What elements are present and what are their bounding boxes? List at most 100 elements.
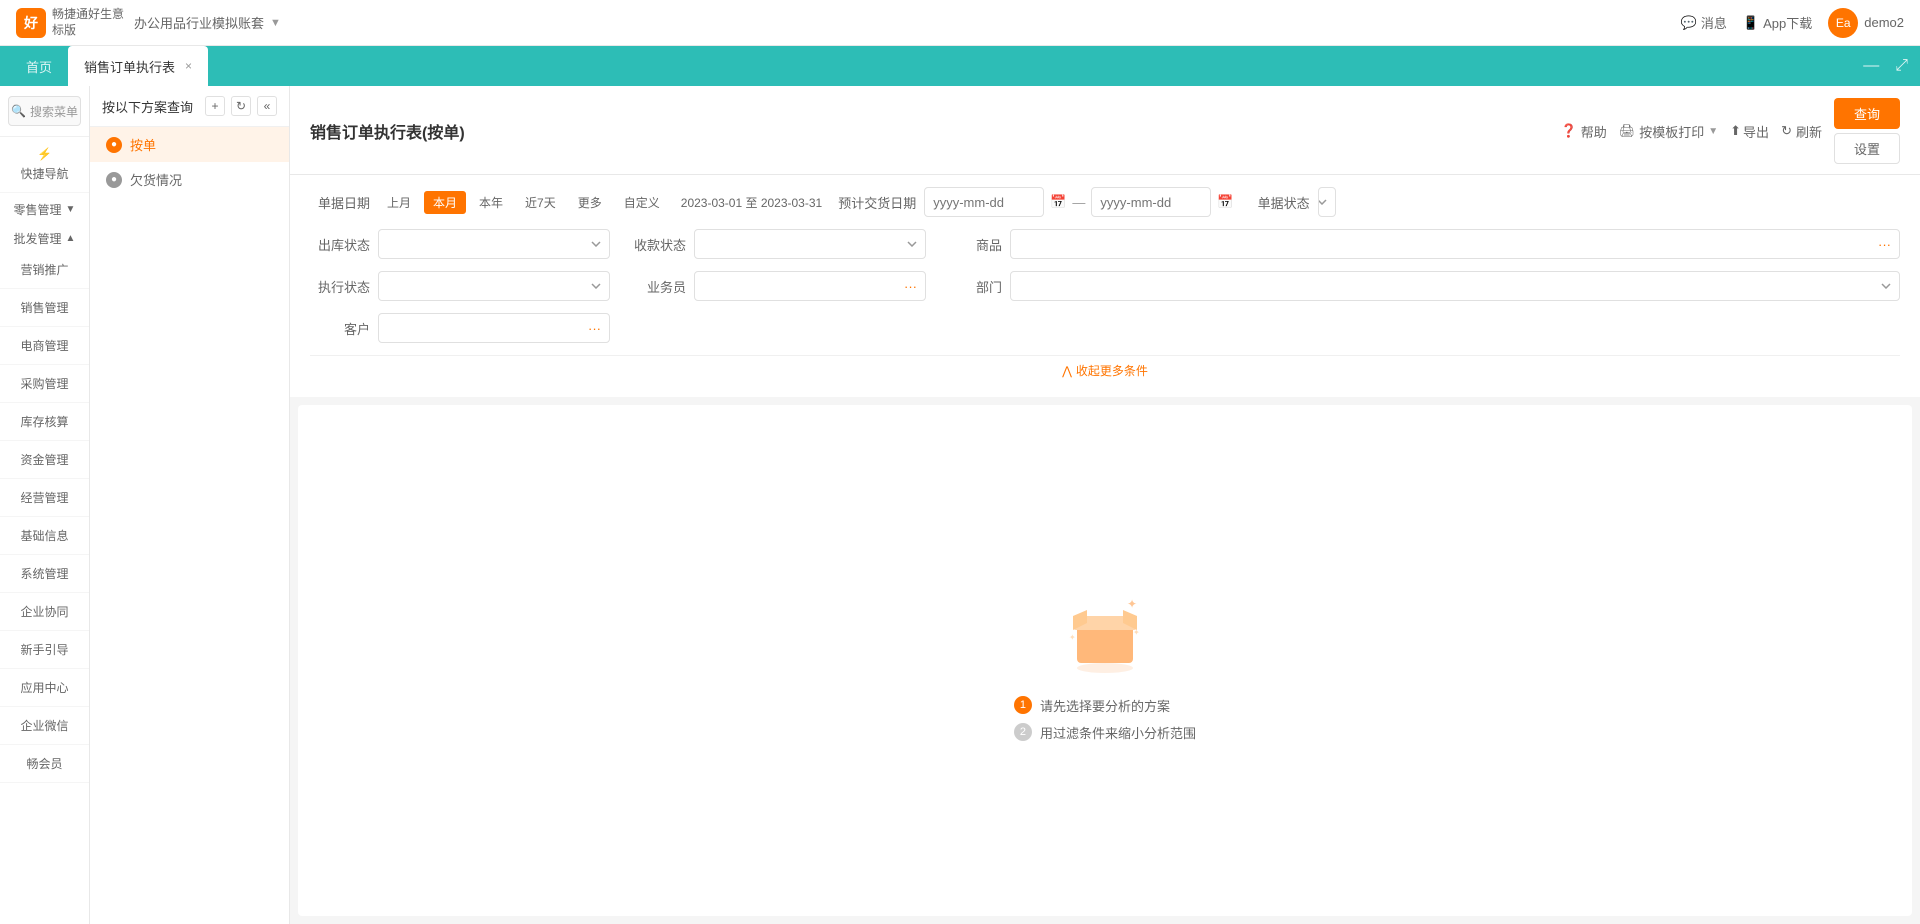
help-button[interactable]: ❓ 帮助 xyxy=(1561,122,1607,141)
doc-status-select[interactable] xyxy=(1318,187,1336,217)
salesperson-more-icon[interactable]: ··· xyxy=(904,279,917,294)
filter-item-salesperson: 业务员 ··· xyxy=(626,271,926,301)
collapse-bar[interactable]: ⋀ 收起更多条件 xyxy=(310,355,1900,385)
date-tab-this-month[interactable]: 本月 xyxy=(424,191,466,214)
wholesale-arrow-icon: ▲ xyxy=(66,233,76,244)
salesperson-label: 业务员 xyxy=(626,277,686,296)
goods-input[interactable] xyxy=(1019,237,1878,252)
sidebar-item-ecommerce[interactable]: 电商管理 xyxy=(0,327,89,365)
date-tab-7days[interactable]: 近7天 xyxy=(516,191,565,214)
goods-more-icon[interactable]: ··· xyxy=(1878,237,1891,252)
calendar-start-icon[interactable]: 📅 xyxy=(1050,194,1066,210)
mobile-icon: 📱 xyxy=(1743,15,1759,31)
tab-expand-button[interactable]: ⤢ xyxy=(1891,53,1912,79)
message-icon: 💬 xyxy=(1681,15,1697,31)
outbound-label: 出库状态 xyxy=(310,235,370,254)
avatar: Ea xyxy=(1828,8,1858,38)
breadcrumb-arrow-icon[interactable]: ▼ xyxy=(270,17,281,29)
sidebar-item-purchase[interactable]: 采购管理 xyxy=(0,365,89,403)
refresh-icon: ↻ xyxy=(1781,123,1792,139)
predicted-date-end-input[interactable] xyxy=(1091,187,1211,217)
date-range-text: 2023-03-01 至 2023-03-31 xyxy=(681,194,822,211)
export-button[interactable]: ⬆ 导出 xyxy=(1730,122,1769,141)
sidebar-item-inventory[interactable]: 库存核算 xyxy=(0,403,89,441)
customer-input-wrapper[interactable]: ··· xyxy=(378,313,610,343)
logo-area: 好 畅捷通好生意 标版 xyxy=(16,7,124,38)
left-panel-title: 按以下方案查询 xyxy=(102,97,193,116)
tab-home[interactable]: 首页 xyxy=(10,46,68,86)
filter-item-customer: 客户 ··· xyxy=(310,313,610,343)
date-tab-more[interactable]: 更多 xyxy=(569,191,611,214)
sidebar-item-guide[interactable]: 新手引导 xyxy=(0,631,89,669)
sidebar-item-wechat[interactable]: 企业微信 xyxy=(0,707,89,745)
sidebar-item-wholesale[interactable]: 批发管理 ▲ xyxy=(0,222,89,251)
tab-active[interactable]: 销售订单执行表 × xyxy=(68,46,208,86)
sidebar-item-member[interactable]: 畅会员 xyxy=(0,745,89,783)
right-panel: 销售订单执行表(按单) ❓ 帮助 🖨 按模板打印 ▼ ⬆ xyxy=(290,86,1920,924)
refresh-button[interactable]: ↻ 刷新 xyxy=(1781,122,1822,141)
filter-item-outbound: 出库状态 xyxy=(310,229,610,259)
sidebar-item-enterprise[interactable]: 企业协同 xyxy=(0,593,89,631)
customer-more-icon[interactable]: ··· xyxy=(588,321,601,336)
sidebar: 🔍 搜索菜单 ⚡ 快捷导航 零售管理 ▼ 批发管理 ▲ 营销推广 销售管理 电商… xyxy=(0,86,90,924)
left-panel-header: 按以下方案查询 + ↻ « xyxy=(90,86,289,127)
logo-icon: 好 xyxy=(16,8,46,38)
app-download-action[interactable]: 📱 App下载 xyxy=(1743,13,1812,32)
collapse-up-icon: ⋀ xyxy=(1062,364,1072,378)
collapse-panel-button[interactable]: « xyxy=(257,96,277,116)
breadcrumb-area: 办公用品行业模拟账套 ▼ xyxy=(134,13,281,32)
payment-status-select[interactable] xyxy=(694,229,926,259)
sidebar-item-operations[interactable]: 经营管理 xyxy=(0,479,89,517)
salesperson-input-wrapper[interactable]: ··· xyxy=(694,271,926,301)
svg-text:✦: ✦ xyxy=(1133,628,1140,637)
sidebar-item-marketing[interactable]: 营销推广 xyxy=(0,251,89,289)
sidebar-item-quick-nav[interactable]: ⚡ 快捷导航 xyxy=(0,137,89,193)
customer-input[interactable] xyxy=(387,321,588,336)
filter-item-exec-status: 执行状态 xyxy=(310,271,610,301)
page-header: 销售订单执行表(按单) ❓ 帮助 🖨 按模板打印 ▼ ⬆ xyxy=(290,86,1920,175)
user-area[interactable]: Ea demo2 xyxy=(1828,8,1904,38)
setup-button[interactable]: 设置 xyxy=(1834,133,1900,164)
query-button[interactable]: 查询 xyxy=(1834,98,1900,129)
search-menu-button[interactable]: 🔍 搜索菜单 xyxy=(8,96,81,126)
date-tab-this-year[interactable]: 本年 xyxy=(470,191,512,214)
date-tabs: 上月 本月 本年 近7天 更多 自定义 xyxy=(378,191,669,214)
solution-item-by-order[interactable]: ● 按单 xyxy=(90,127,289,162)
tab-bar: 首页 销售订单执行表 × — ⤢ xyxy=(0,46,1920,86)
goods-input-wrapper[interactable]: ··· xyxy=(1010,229,1900,259)
sidebar-item-system[interactable]: 系统管理 xyxy=(0,555,89,593)
quick-nav-icon: ⚡ xyxy=(37,147,52,161)
doc-status-select-wrapper xyxy=(1318,187,1900,217)
retail-arrow-icon: ▼ xyxy=(66,204,76,215)
department-select[interactable] xyxy=(1010,271,1900,301)
outbound-status-select[interactable] xyxy=(378,229,610,259)
predicted-date-start-input[interactable] xyxy=(924,187,1044,217)
add-solution-button[interactable]: + xyxy=(205,96,225,116)
solution-item-shortage[interactable]: ● 欠货情况 xyxy=(90,162,289,197)
collapse-label: 收起更多条件 xyxy=(1076,362,1148,379)
predicted-date-label: 预计交货日期 xyxy=(838,193,916,212)
filter-item-predicted-date: 预计交货日期 📅 — 📅 xyxy=(838,187,1233,217)
date-tab-custom[interactable]: 自定义 xyxy=(615,191,669,214)
date-tab-last-month[interactable]: 上月 xyxy=(378,191,420,214)
print-dropdown-icon[interactable]: ▼ xyxy=(1708,126,1718,137)
top-bar: 好 畅捷通好生意 标版 办公用品行业模拟账套 ▼ 💬 消息 📱 App下载 Ea… xyxy=(0,0,1920,46)
calendar-end-icon[interactable]: 📅 xyxy=(1217,194,1233,210)
salesperson-input[interactable] xyxy=(703,279,904,294)
message-action[interactable]: 💬 消息 xyxy=(1681,13,1727,32)
exec-status-select[interactable] xyxy=(378,271,610,301)
left-panel: 按以下方案查询 + ↻ « ● 按单 ● 欠货情况 xyxy=(90,86,290,924)
filter-row-4: 客户 ··· xyxy=(310,313,1900,343)
refresh-solution-button[interactable]: ↻ xyxy=(231,96,251,116)
sidebar-item-retail[interactable]: 零售管理 ▼ xyxy=(0,193,89,222)
sidebar-item-sales[interactable]: 销售管理 xyxy=(0,289,89,327)
sidebar-item-basic[interactable]: 基础信息 xyxy=(0,517,89,555)
tab-close-icon[interactable]: × xyxy=(185,59,192,73)
sidebar-item-appcenter[interactable]: 应用中心 xyxy=(0,669,89,707)
sidebar-item-finance[interactable]: 资金管理 xyxy=(0,441,89,479)
payment-label: 收款状态 xyxy=(626,235,686,254)
tab-minimize-button[interactable]: — xyxy=(1859,53,1883,79)
solution-dot-active: ● xyxy=(106,137,122,153)
top-bar-left: 好 畅捷通好生意 标版 办公用品行业模拟账套 ▼ xyxy=(16,7,281,38)
print-button[interactable]: 🖨 按模板打印 ▼ xyxy=(1619,122,1718,141)
